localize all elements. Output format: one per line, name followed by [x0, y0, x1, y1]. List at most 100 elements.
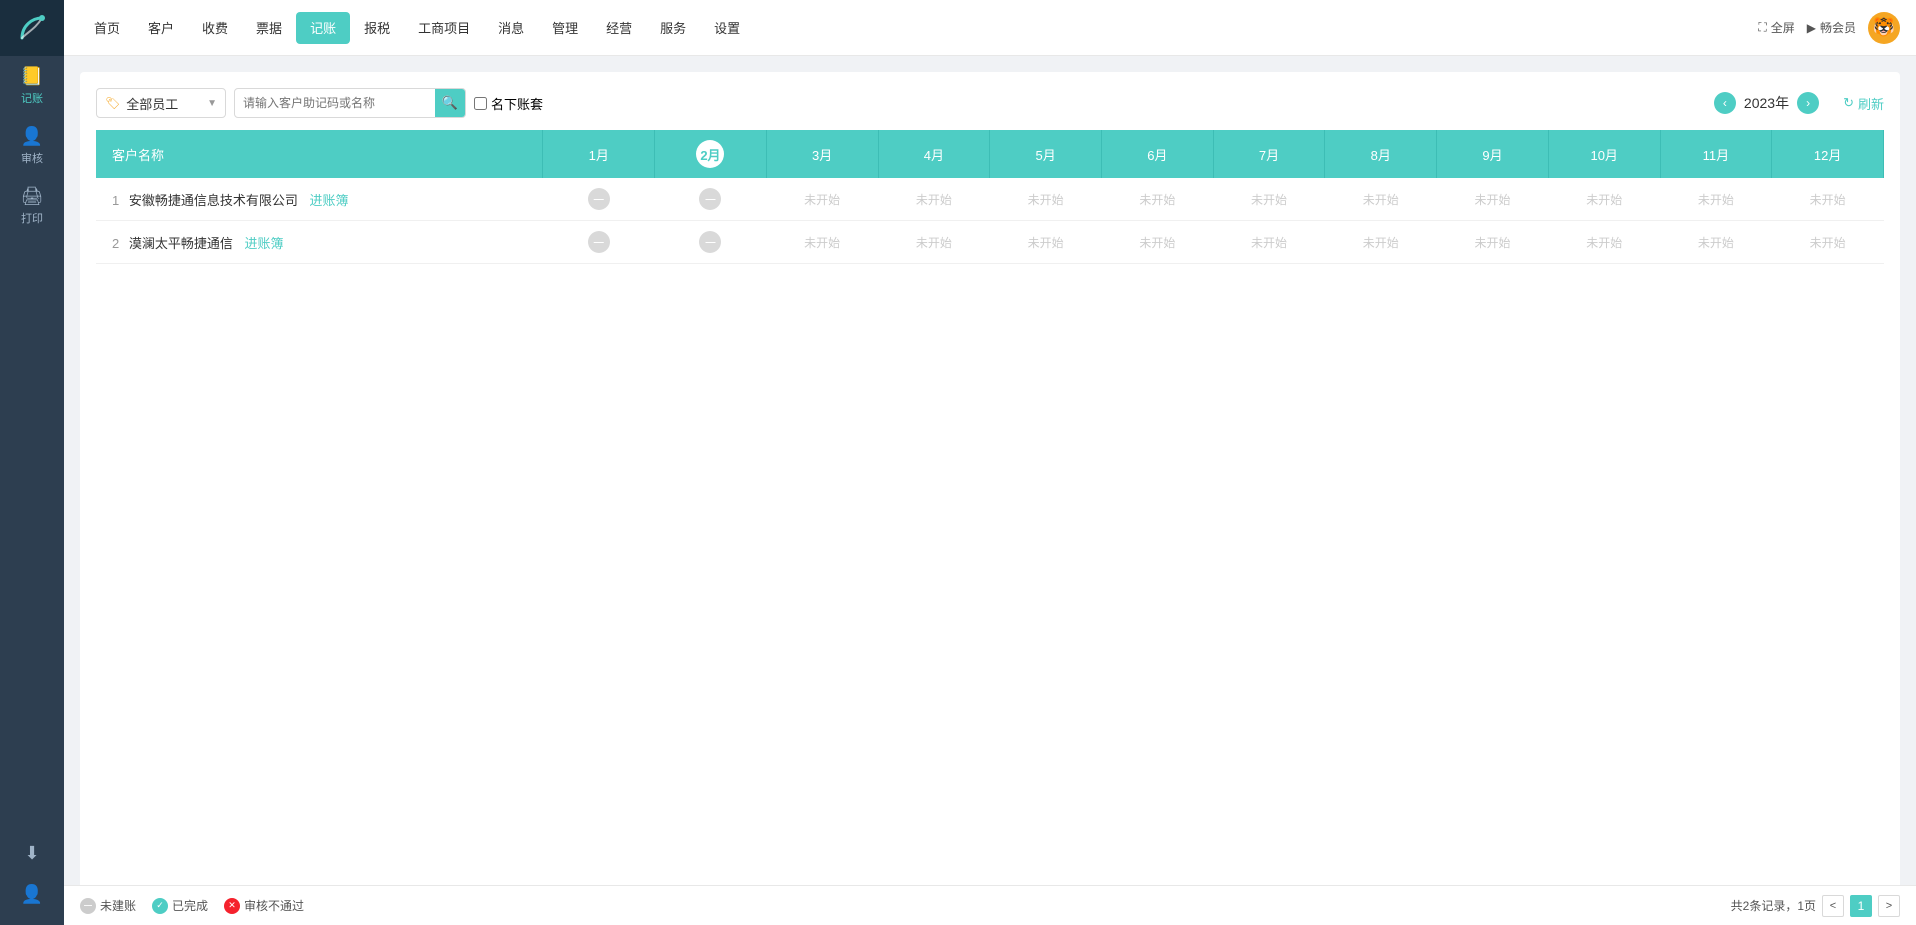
refresh-icon: ↻ [1843, 95, 1854, 111]
topnav-right: ⛶ 全屏 ▶ 畅会员 🐯 [1758, 12, 1900, 44]
my-accounts-label: 名下账套 [491, 94, 543, 113]
print-icon: 🖨 [21, 186, 44, 207]
nav-bookkeeping[interactable]: 记账 [296, 12, 350, 44]
company-name: 漠澜太平畅捷通信 [129, 236, 233, 251]
nav-invoice[interactable]: 票据 [242, 0, 296, 56]
nav-business[interactable]: 工商项目 [404, 0, 484, 56]
cell-jun: 未开始 [1101, 221, 1213, 264]
status-dot-feb[interactable] [699, 188, 721, 210]
nav-service[interactable]: 服务 [646, 0, 700, 56]
not-started-mar: 未开始 [804, 236, 840, 250]
sidebar-item-accounting-label: 记账 [21, 90, 43, 106]
accounting-icon: 📒 [21, 66, 43, 87]
nav-home[interactable]: 首页 [80, 0, 134, 56]
cell-aug: 未开始 [1325, 178, 1437, 221]
cell-jun: 未开始 [1101, 178, 1213, 221]
col-header-jun: 6月 [1101, 130, 1213, 178]
cell-jul: 未开始 [1213, 221, 1325, 264]
data-table: 客户名称 1月 2月 3月 4月 5月 6月 7月 8月 9月 10月 11月 [96, 130, 1884, 264]
row-index: 2 [112, 236, 119, 251]
refresh-button[interactable]: ↻ 刷新 [1843, 94, 1884, 113]
next-year-button[interactable]: › [1797, 92, 1819, 114]
my-accounts-checkbox-wrapper[interactable]: 名下账套 [474, 94, 543, 113]
cell-oct: 未开始 [1548, 178, 1660, 221]
not-started-jun: 未开始 [1139, 236, 1175, 250]
my-accounts-checkbox[interactable] [474, 97, 487, 110]
sidebar-item-print-label: 打印 [21, 210, 43, 226]
search-button[interactable]: 🔍 [435, 88, 465, 118]
not-started-nov: 未开始 [1698, 236, 1734, 250]
next-page-button[interactable]: > [1878, 895, 1900, 917]
cell-jan[interactable] [543, 178, 655, 221]
status-bar: 未建账 已完成 审核不通过 共2条记录，1页 < 1 > [64, 885, 1916, 925]
sidebar-item-print[interactable]: 🖨 打印 [0, 176, 64, 236]
prev-page-button[interactable]: < [1822, 895, 1844, 917]
main-area: 首页 客户 收费 票据 记账 报税 工商项目 消息 管理 经营 服务 设置 ⛶ … [64, 0, 1916, 925]
nav-management[interactable]: 管理 [538, 0, 592, 56]
cell-feb[interactable] [655, 221, 767, 264]
status-dot-feb[interactable] [699, 231, 721, 253]
employee-select[interactable]: 🏷 全部员工 ▼ [96, 88, 226, 118]
cell-jan[interactable] [543, 221, 655, 264]
nav-billing[interactable]: 收费 [188, 0, 242, 56]
col-header-dec: 12月 [1772, 130, 1884, 178]
record-info: 共2条记录，1页 [1731, 897, 1816, 914]
not-started-jul: 未开始 [1251, 193, 1287, 207]
col-header-name: 客户名称 [96, 130, 543, 178]
toolbar: 🏷 全部员工 ▼ 🔍 名下账套 ‹ 2023年 › [96, 88, 1884, 118]
enter-ledger-link[interactable]: 进账簿 [245, 236, 284, 251]
cell-mar: 未开始 [766, 178, 878, 221]
cell-apr: 未开始 [878, 178, 990, 221]
cell-name: 1 安徽畅捷通信息技术有限公司 进账簿 [96, 178, 543, 221]
not-started-dec: 未开始 [1810, 193, 1846, 207]
user-avatar[interactable]: 🐯 [1868, 12, 1900, 44]
sidebar-bottom: ⬇ 👤 [0, 833, 64, 925]
col-header-jul: 7月 [1213, 130, 1325, 178]
member-button[interactable]: ▶ 畅会员 [1807, 19, 1856, 36]
cell-sep: 未开始 [1437, 178, 1549, 221]
not-started-sep: 未开始 [1474, 236, 1510, 250]
cell-may: 未开始 [990, 221, 1102, 264]
support-icon: 👤 [21, 884, 43, 905]
col-header-oct: 10月 [1548, 130, 1660, 178]
sidebar-item-download[interactable]: ⬇ [0, 833, 64, 874]
data-table-wrapper: 客户名称 1月 2月 3月 4月 5月 6月 7月 8月 9月 10月 11月 [96, 130, 1884, 264]
sidebar-item-accounting[interactable]: 📒 记账 [0, 56, 64, 116]
status-dot-jan[interactable] [588, 231, 610, 253]
prev-year-button[interactable]: ‹ [1714, 92, 1736, 114]
search-wrapper: 🔍 [234, 88, 466, 118]
not-started-aug: 未开始 [1363, 236, 1399, 250]
cell-mar: 未开始 [766, 221, 878, 264]
nav-operations[interactable]: 经营 [592, 0, 646, 56]
col-header-feb: 2月 [655, 130, 767, 178]
cell-feb[interactable] [655, 178, 767, 221]
cell-dec: 未开始 [1772, 178, 1884, 221]
app-logo [0, 0, 64, 56]
download-icon: ⬇ [24, 843, 39, 864]
fullscreen-button[interactable]: ⛶ 全屏 [1758, 19, 1794, 36]
year-display: 2023年 [1744, 93, 1789, 113]
col-header-sep: 9月 [1437, 130, 1549, 178]
year-navigation: ‹ 2023年 › [1714, 92, 1819, 114]
sidebar-item-support[interactable]: 👤 [0, 874, 64, 915]
rejected-label: 审核不通过 [244, 897, 304, 914]
cell-name: 2 漠澜太平畅捷通信 进账簿 [96, 221, 543, 264]
nav-settings[interactable]: 设置 [700, 0, 754, 56]
col-header-may: 5月 [990, 130, 1102, 178]
cell-aug: 未开始 [1325, 221, 1437, 264]
sidebar-item-audit[interactable]: 👤 审核 [0, 116, 64, 176]
completed-label: 已完成 [172, 897, 208, 914]
cell-may: 未开始 [990, 178, 1102, 221]
status-dot-jan[interactable] [588, 188, 610, 210]
fullscreen-icon: ⛶ [1758, 20, 1766, 35]
content-inner: 🏷 全部员工 ▼ 🔍 名下账套 ‹ 2023年 › [80, 72, 1900, 885]
sidebar-item-audit-label: 审核 [21, 150, 43, 166]
member-label: 畅会员 [1820, 19, 1856, 36]
nav-tax[interactable]: 报税 [350, 0, 404, 56]
nav-message[interactable]: 消息 [484, 0, 538, 56]
not-started-nov: 未开始 [1698, 193, 1734, 207]
search-input[interactable] [235, 96, 435, 110]
nav-customer[interactable]: 客户 [134, 0, 188, 56]
not-started-may: 未开始 [1028, 193, 1064, 207]
enter-ledger-link[interactable]: 进账簿 [310, 193, 349, 208]
